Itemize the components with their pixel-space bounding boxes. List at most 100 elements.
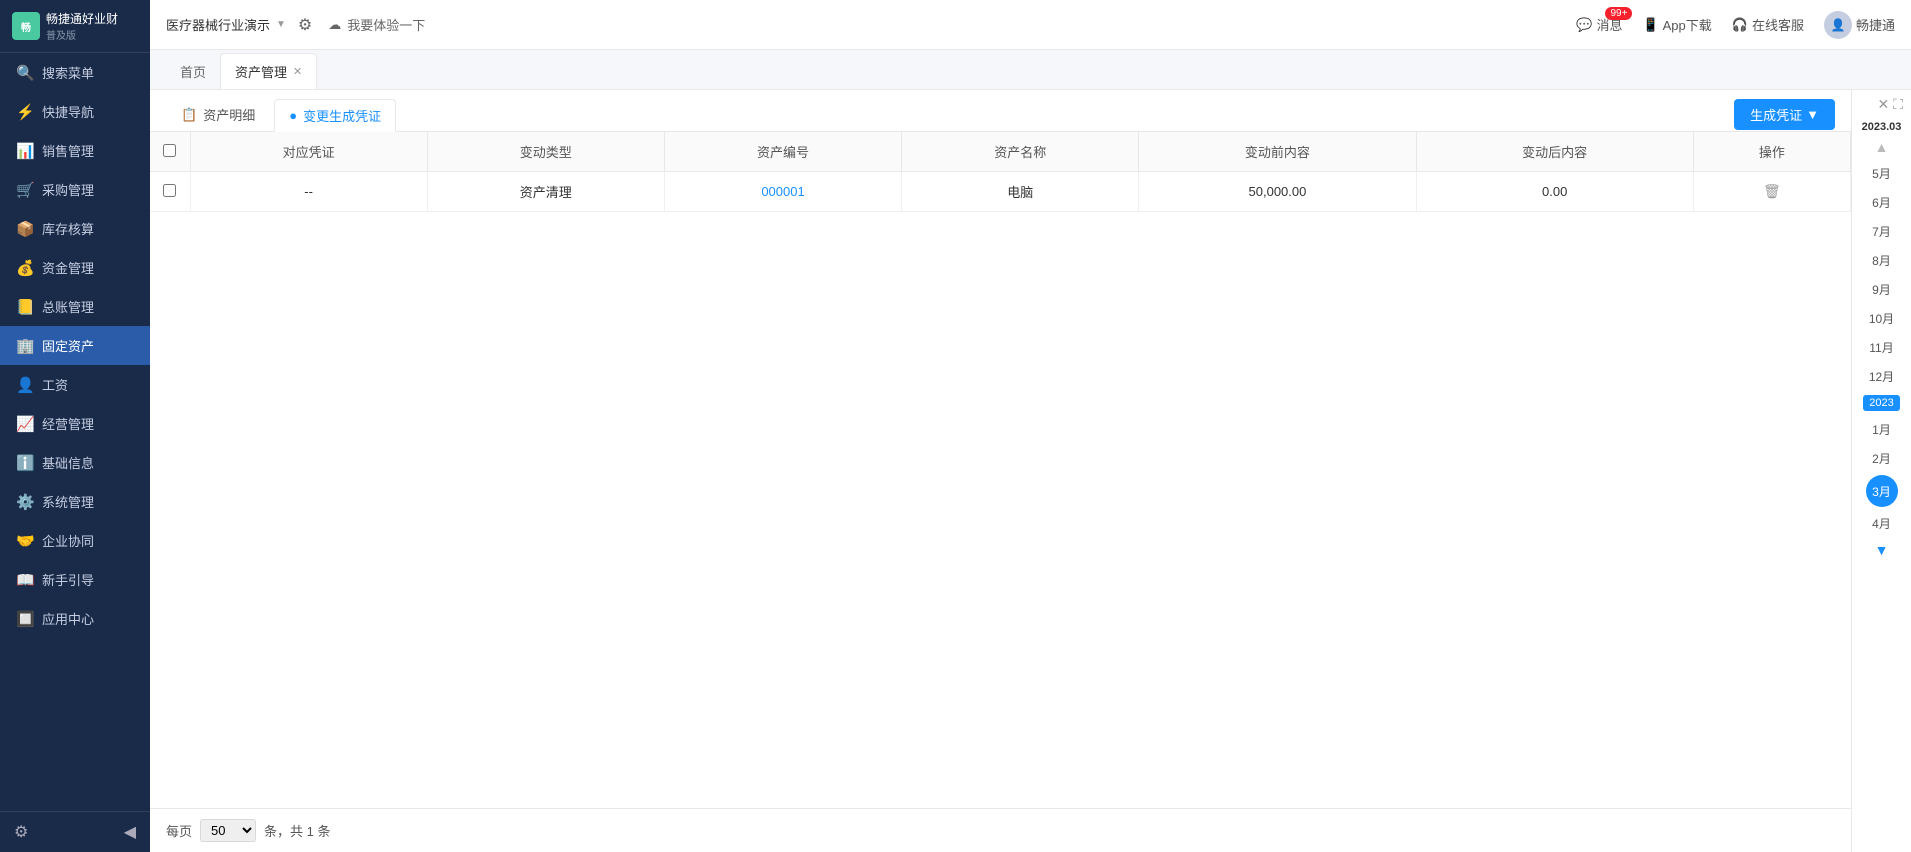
tab-home[interactable]: 首页 (166, 54, 220, 89)
table-header-after-change: 变动后内容 (1416, 132, 1693, 172)
sidebar-item-quick-nav[interactable]: ⚡ 快捷导航 (0, 92, 150, 131)
sidebar-item-ledger[interactable]: 📒 总账管理 (0, 287, 150, 326)
select-all-checkbox[interactable] (163, 144, 176, 157)
inner-tab-asset-list[interactable]: 📋 资产明细 (166, 98, 270, 131)
list-icon: 📋 (181, 107, 197, 123)
message-button[interactable]: 💬 消息 99+ (1576, 15, 1622, 34)
box-icon: 📦 (16, 220, 34, 238)
collapse-icon[interactable]: ◀ (124, 822, 136, 842)
user-profile[interactable]: 👤 畅捷通 (1824, 11, 1895, 39)
company-name: 医疗器械行业演示 (166, 15, 270, 34)
sidebar-item-sales[interactable]: 📊 销售管理 (0, 131, 150, 170)
topbar-right: 💬 消息 99+ 📱 App下载 🎧 在线客服 👤 畅捷通 (1576, 11, 1895, 39)
app-logo-icon: 畅 (12, 12, 40, 40)
calendar-scroll-up[interactable]: ▲ (1852, 135, 1911, 159)
sidebar-nav: 🔍 搜索菜单 ⚡ 快捷导航 📊 销售管理 🛒 采购管理 📦 库存核算 💰 资金管… (0, 53, 150, 811)
per-page-label: 每页 (166, 821, 192, 840)
gear-icon: ⚙️ (16, 493, 34, 511)
calendar-panel: ✕ ⛶ 2023.03 ▲ 5月 6月 7月 8月 9月 10月 11月 12月… (1851, 90, 1911, 852)
sidebar-item-purchase[interactable]: 🛒 采购管理 (0, 170, 150, 209)
row-change-type: 资产清理 (427, 172, 664, 212)
close-panel-icon[interactable]: ✕ (1877, 96, 1889, 113)
chart-icon: 📊 (16, 142, 34, 160)
sidebar-item-finance[interactable]: 💰 资金管理 (0, 248, 150, 287)
sidebar-logo: 畅 畅捷通好业财 普及版 (0, 0, 150, 53)
row-operation: 🗑 (1693, 172, 1850, 212)
calendar-month-1[interactable]: 1月 (1852, 415, 1911, 444)
money-icon: 💰 (16, 259, 34, 277)
calendar-month-7[interactable]: 7月 (1852, 217, 1911, 246)
ledger-icon: 📒 (16, 298, 34, 316)
expand-panel-icon[interactable]: ⛶ (1893, 96, 1903, 113)
table-header-asset-code: 资产编号 (664, 132, 901, 172)
avatar: 👤 (1824, 11, 1852, 39)
sidebar-item-fixed-assets[interactable]: 🏢 固定资产 (0, 326, 150, 365)
building-icon: 🏢 (16, 337, 34, 355)
table-header-checkbox (150, 132, 190, 172)
customer-service-button[interactable]: 🎧 在线客服 (1732, 15, 1804, 34)
calendar-year-month: 2023.03 (1852, 119, 1911, 135)
calendar-month-10[interactable]: 10月 (1852, 304, 1911, 333)
calendar-month-4[interactable]: 4月 (1852, 509, 1911, 538)
info-icon: ℹ️ (16, 454, 34, 472)
calendar-month-9[interactable]: 9月 (1852, 275, 1911, 304)
search-icon: 🔍 (16, 64, 34, 82)
main-area: 医疗器械行业演示 ▼ ⚙ ☁ 我要体验一下 💬 消息 99+ 📱 App下载 🎧… (150, 0, 1911, 852)
message-badge: 99+ (1605, 7, 1632, 20)
calendar-month-11[interactable]: 11月 (1852, 333, 1911, 362)
topbar: 医疗器械行业演示 ▼ ⚙ ☁ 我要体验一下 💬 消息 99+ 📱 App下载 🎧… (150, 0, 1911, 50)
row-asset-name: 电脑 (902, 172, 1139, 212)
calendar-month-8[interactable]: 8月 (1852, 246, 1911, 275)
generate-voucher-button[interactable]: 生成凭证 ▼ (1734, 99, 1835, 130)
calendar-month-5[interactable]: 5月 (1852, 159, 1911, 188)
table-row: -- 资产清理 000001 电脑 50,000.00 0.00 🗑 (150, 172, 1851, 212)
calendar-month-2[interactable]: 2月 (1852, 444, 1911, 473)
row-before-change: 50,000.00 (1139, 172, 1416, 212)
calendar-month-3-wrapper: 3月 (1852, 475, 1911, 507)
sidebar-item-operations[interactable]: 📈 经营管理 (0, 404, 150, 443)
sidebar-item-search[interactable]: 🔍 搜索菜单 (0, 53, 150, 92)
sidebar-item-enterprise[interactable]: 🤝 企业协同 (0, 521, 150, 560)
headset-icon: 🎧 (1732, 17, 1748, 33)
row-asset-code: 000001 (664, 172, 901, 212)
table-header-change-type: 变动类型 (427, 132, 664, 172)
per-page-select[interactable]: 50 10 20 100 (200, 819, 256, 842)
calendar-month-12[interactable]: 12月 (1852, 362, 1911, 391)
sidebar-item-basic-info[interactable]: ℹ️ 基础信息 (0, 443, 150, 482)
grid-icon: 🔲 (16, 610, 34, 628)
company-dropdown-arrow: ▼ (276, 19, 286, 30)
content-area: 📋 资产明细 ● 变更生成凭证 生成凭证 ▼ (150, 90, 1911, 852)
delete-icon[interactable]: 🗑 (1763, 183, 1781, 199)
sidebar-item-app-center[interactable]: 🔲 应用中心 (0, 599, 150, 638)
app-download-button[interactable]: 📱 App下载 (1642, 15, 1711, 34)
person-icon: 👤 (16, 376, 34, 394)
calendar-month-3-active[interactable]: 3月 (1866, 475, 1898, 507)
lightning-icon: ⚡ (16, 103, 34, 121)
sidebar-item-guide[interactable]: 📖 新手引导 (0, 560, 150, 599)
company-selector[interactable]: 医疗器械行业演示 ▼ (166, 15, 286, 34)
tab-close-icon[interactable]: ✕ (293, 65, 302, 78)
calendar-panel-header: ✕ ⛶ (1852, 90, 1911, 119)
handshake-icon: 🤝 (16, 532, 34, 550)
tab-asset-manage[interactable]: 资产管理 ✕ (220, 53, 317, 89)
inner-tab-change-voucher[interactable]: ● 变更生成凭证 (274, 99, 396, 132)
calendar-month-6[interactable]: 6月 (1852, 188, 1911, 217)
sidebar: 畅 畅捷通好业财 普及版 🔍 搜索菜单 ⚡ 快捷导航 📊 销售管理 🛒 采购管理… (0, 0, 150, 852)
row-checkbox[interactable] (163, 184, 176, 197)
table-header-asset-name: 资产名称 (902, 132, 1139, 172)
table-header-voucher: 对应凭证 (190, 132, 427, 172)
sidebar-item-payroll[interactable]: 👤 工资 (0, 365, 150, 404)
topbar-settings-icon[interactable]: ⚙ (298, 15, 312, 35)
sidebar-logo-text: 畅捷通好业财 普及版 (46, 10, 118, 42)
dropdown-arrow-icon: ▼ (1806, 107, 1819, 122)
circle-icon: ● (289, 108, 297, 123)
row-checkbox-cell (150, 172, 190, 212)
calendar-scroll-down[interactable]: ▼ (1852, 538, 1911, 562)
sidebar-item-system[interactable]: ⚙️ 系统管理 (0, 482, 150, 521)
settings-bottom-icon[interactable]: ⚙ (14, 822, 28, 842)
experience-button[interactable]: ☁ 我要体验一下 (328, 15, 425, 34)
table-header-operation: 操作 (1693, 132, 1850, 172)
sidebar-item-inventory[interactable]: 📦 库存核算 (0, 209, 150, 248)
pagination: 每页 50 10 20 100 条，共 1 条 (150, 808, 1851, 852)
row-after-change: 0.00 (1416, 172, 1693, 212)
